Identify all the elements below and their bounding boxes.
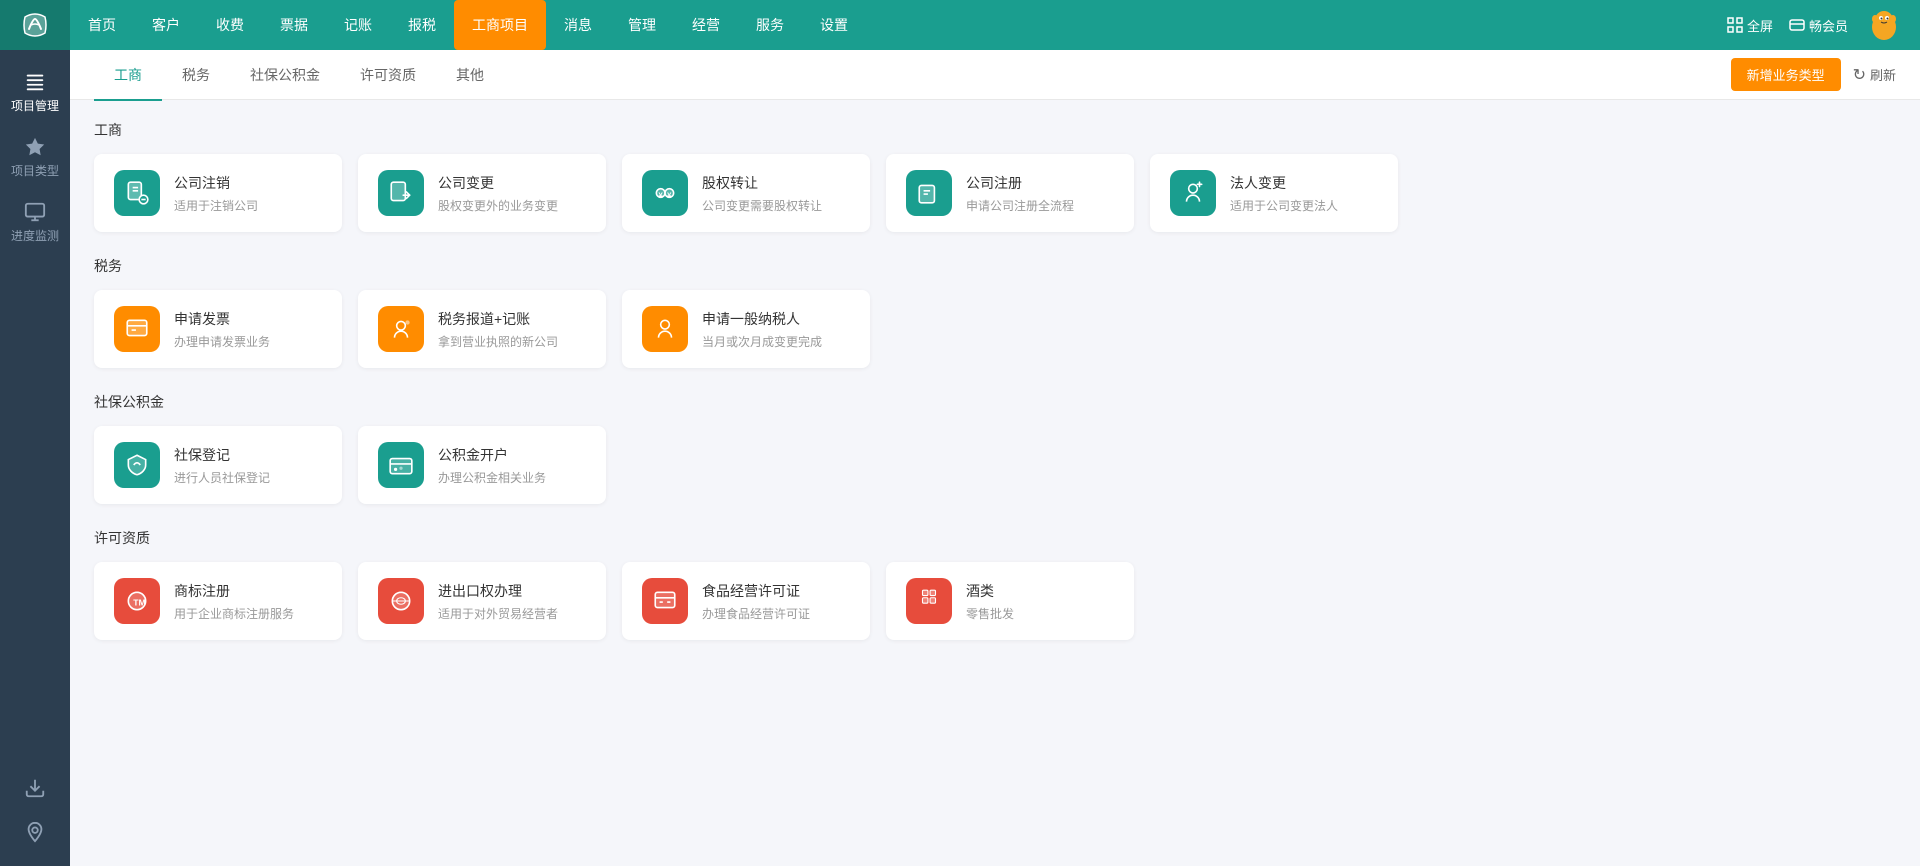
sidebar: 项目管理 项目类型 进度监测 xyxy=(0,50,70,866)
sub-tabs-actions: 新增业务类型 ↻ 刷新 xyxy=(1731,58,1896,91)
card-text-tax-report-accounting: 税务报道+记账 拿到营业执照的新公司 xyxy=(438,309,558,350)
card-icon-legal-change xyxy=(1170,170,1216,216)
card-equity-transfer[interactable]: ¥¥ 股权转让 公司变更需要股权转让 xyxy=(622,154,870,232)
nav-settings[interactable]: 设置 xyxy=(802,0,866,50)
mascot-icon xyxy=(1864,5,1904,45)
cards-grid-gongshang: 公司注销 适用于注销公司 公司变更 股权变更外的业务变更 xyxy=(94,154,1896,232)
section-title-shuiwu: 税务 xyxy=(94,256,1896,276)
fullscreen-button[interactable]: 全屏 xyxy=(1727,16,1773,35)
sub-tabs-list: 工商 税务 社保公积金 许可资质 其他 xyxy=(94,50,1731,100)
card-icon-social-security xyxy=(114,442,160,488)
card-icon-fund-account xyxy=(378,442,424,488)
card-icon-trademark: TM xyxy=(114,578,160,624)
sidebar-item-project-manage[interactable]: 项目管理 xyxy=(0,60,70,125)
nav-home[interactable]: 首页 xyxy=(70,0,134,50)
tab-shuiwu[interactable]: 税务 xyxy=(162,51,230,101)
card-text-alcohol: 酒类 零售批发 xyxy=(966,581,1014,622)
nav-accounting[interactable]: 记账 xyxy=(326,0,390,50)
tab-xuke[interactable]: 许可资质 xyxy=(340,51,436,101)
card-text-general-taxpayer: 申请一般纳税人 当月或次月成变更完成 xyxy=(702,309,822,350)
card-trademark[interactable]: TM 商标注册 用于企业商标注册服务 xyxy=(94,562,342,640)
nav-fee[interactable]: 收费 xyxy=(198,0,262,50)
nav-message[interactable]: 消息 xyxy=(546,0,610,50)
nav-service[interactable]: 服务 xyxy=(738,0,802,50)
card-text-trademark: 商标注册 用于企业商标注册服务 xyxy=(174,581,294,622)
card-social-security[interactable]: 社保登记 进行人员社保登记 xyxy=(94,426,342,504)
card-icon-company-change xyxy=(378,170,424,216)
card-food-license[interactable]: 食品经营许可证 办理食品经营许可证 xyxy=(622,562,870,640)
card-text-import-export: 进出口权办理 适用于对外贸易经营者 xyxy=(438,581,558,622)
nav-operation[interactable]: 经营 xyxy=(674,0,738,50)
card-text-equity-transfer: 股权转让 公司变更需要股权转让 xyxy=(702,173,822,214)
tab-shebao[interactable]: 社保公积金 xyxy=(230,51,340,101)
card-company-change[interactable]: 公司变更 股权变更外的业务变更 xyxy=(358,154,606,232)
main-layout: 项目管理 项目类型 进度监测 工商 税务 社保公积金 许可资质 xyxy=(0,50,1920,866)
card-icon-import-export xyxy=(378,578,424,624)
card-import-export[interactable]: 进出口权办理 适用于对外贸易经营者 xyxy=(358,562,606,640)
location-icon[interactable] xyxy=(17,814,53,850)
card-icon-tax-report xyxy=(378,306,424,352)
cards-grid-xuke: TM 商标注册 用于企业商标注册服务 进出口权办理 适用 xyxy=(94,562,1896,640)
cards-grid-shebao: 社保登记 进行人员社保登记 公积金开户 办理公积金相关业务 xyxy=(94,426,1896,504)
card-icon-apply-invoice xyxy=(114,306,160,352)
card-text-social-security: 社保登记 进行人员社保登记 xyxy=(174,445,270,486)
card-icon-general-taxpayer xyxy=(642,306,688,352)
section-shebao: 社保公积金 社保登记 进行人员社保登记 xyxy=(94,392,1896,504)
sidebar-item-project-type[interactable]: 项目类型 xyxy=(0,125,70,190)
card-icon-equity-transfer: ¥¥ xyxy=(642,170,688,216)
card-alcohol[interactable]: 酒类 零售批发 xyxy=(886,562,1134,640)
tab-gongshang[interactable]: 工商 xyxy=(94,51,162,101)
download-icon[interactable] xyxy=(17,770,53,806)
nav-tax[interactable]: 报税 xyxy=(390,0,454,50)
section-shuiwu: 税务 申请发票 办理申请发票业务 xyxy=(94,256,1896,368)
section-title-shebao: 社保公积金 xyxy=(94,392,1896,412)
section-xuke: 许可资质 TM 商标注册 用于企业商标注册服务 xyxy=(94,528,1896,640)
card-legal-change[interactable]: 法人变更 适用于公司变更法人 xyxy=(1150,154,1398,232)
card-text-food-license: 食品经营许可证 办理食品经营许可证 xyxy=(702,581,810,622)
sidebar-item-progress-monitor[interactable]: 进度监测 xyxy=(0,190,70,255)
add-type-button[interactable]: 新增业务类型 xyxy=(1731,58,1841,91)
card-fund-account[interactable]: 公积金开户 办理公积金相关业务 xyxy=(358,426,606,504)
content-area: 工商 税务 社保公积金 许可资质 其他 新增业务类型 ↻ 刷新 工商 xyxy=(70,50,1920,866)
card-text-fund-account: 公积金开户 办理公积金相关业务 xyxy=(438,445,546,486)
cards-grid-shuiwu: 申请发票 办理申请发票业务 税务报道+记账 拿到营业执照的新公司 xyxy=(94,290,1896,368)
section-title-gongshang: 工商 xyxy=(94,120,1896,140)
card-text-company-change: 公司变更 股权变更外的业务变更 xyxy=(438,173,558,214)
card-text-company-cancel: 公司注销 适用于注销公司 xyxy=(174,173,258,214)
card-text-company-register: 公司注册 申请公司注册全流程 xyxy=(966,173,1074,214)
nav-menu: 首页 客户 收费 票据 记账 报税 工商项目 消息 管理 经营 服务 设置 xyxy=(70,0,1727,50)
tab-other[interactable]: 其他 xyxy=(436,51,504,101)
card-tax-report-accounting[interactable]: 税务报道+记账 拿到营业执照的新公司 xyxy=(358,290,606,368)
nav-invoice[interactable]: 票据 xyxy=(262,0,326,50)
sub-tabs-bar: 工商 税务 社保公积金 许可资质 其他 新增业务类型 ↻ 刷新 xyxy=(70,50,1920,100)
nav-customer[interactable]: 客户 xyxy=(134,0,198,50)
section-title-xuke: 许可资质 xyxy=(94,528,1896,548)
refresh-button[interactable]: ↻ 刷新 xyxy=(1853,65,1896,85)
member-button[interactable]: 畅会员 xyxy=(1789,16,1848,35)
card-text-apply-invoice: 申请发票 办理申请发票业务 xyxy=(174,309,270,350)
card-icon-alcohol xyxy=(906,578,952,624)
section-gongshang: 工商 公司注销 适用于注销公司 xyxy=(94,120,1896,232)
sidebar-bottom xyxy=(17,770,53,866)
card-company-register[interactable]: 公司注册 申请公司注册全流程 xyxy=(886,154,1134,232)
card-general-taxpayer[interactable]: 申请一般纳税人 当月或次月成变更完成 xyxy=(622,290,870,368)
app-logo[interactable] xyxy=(0,0,70,50)
top-navigation: 首页 客户 收费 票据 记账 报税 工商项目 消息 管理 经营 服务 设置 全屏… xyxy=(0,0,1920,50)
card-apply-invoice[interactable]: 申请发票 办理申请发票业务 xyxy=(94,290,342,368)
refresh-icon: ↻ xyxy=(1853,65,1866,85)
card-icon-food-license xyxy=(642,578,688,624)
card-text-legal-change: 法人变更 适用于公司变更法人 xyxy=(1230,173,1338,214)
card-company-cancel[interactable]: 公司注销 适用于注销公司 xyxy=(94,154,342,232)
top-nav-right: 全屏 畅会员 xyxy=(1727,5,1920,45)
nav-manage[interactable]: 管理 xyxy=(610,0,674,50)
svg-text:TM: TM xyxy=(133,597,146,607)
nav-business[interactable]: 工商项目 xyxy=(454,0,546,50)
page-content: 工商 公司注销 适用于注销公司 xyxy=(70,100,1920,866)
card-icon-company-register xyxy=(906,170,952,216)
card-icon-company-cancel xyxy=(114,170,160,216)
